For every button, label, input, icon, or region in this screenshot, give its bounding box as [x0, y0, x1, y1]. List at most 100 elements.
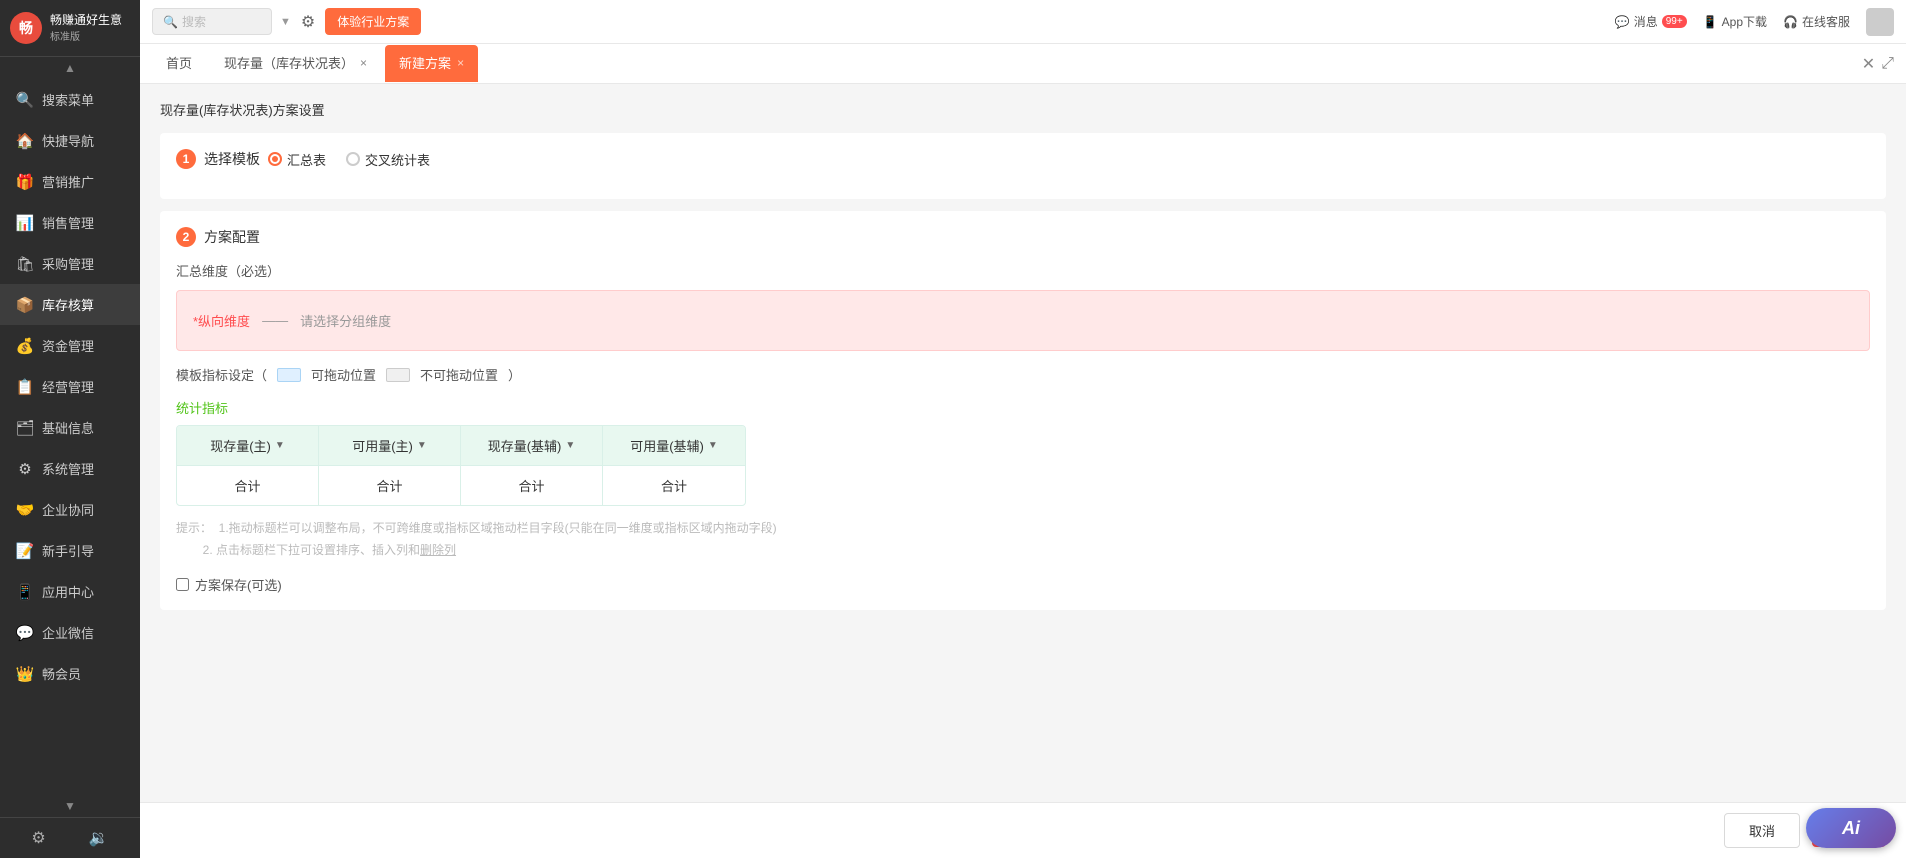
stats-table-data-row: 合计 合计 合计 合计 [177, 465, 745, 505]
summary-dimension-label: 汇总维度（必选） [176, 261, 1870, 280]
sidebar-item-label: 系统管理 [42, 459, 94, 478]
sidebar-item-enterprise-wechat[interactable]: 💬 企业微信 [0, 612, 140, 653]
tab-new-plan[interactable]: 新建方案 × [385, 45, 478, 82]
logo-text-block: 畅赚通好生意 标准版 [50, 13, 122, 44]
radio-summary-dot [268, 152, 282, 166]
tab-bar: 首页 现存量（库存状况表） × 新建方案 × ✕ ⤢ [140, 44, 1906, 84]
radio-summary[interactable]: 汇总表 [268, 150, 326, 169]
save-checkbox[interactable] [176, 578, 189, 591]
sidebar-item-system[interactable]: ⚙ 系统管理 [0, 448, 140, 489]
tab-inventory-status[interactable]: 现存量（库存状况表） × [210, 45, 381, 82]
sidebar-item-label: 快捷导航 [42, 131, 94, 150]
message-label: 消息 [1634, 13, 1658, 30]
sidebar-scroll-up[interactable]: ▲ [0, 57, 140, 79]
sidebar-item-quick-nav[interactable]: 🏠 快捷导航 [0, 120, 140, 161]
tab-new-plan-close-icon[interactable]: × [457, 56, 464, 70]
stats-section-title: 统计指标 [176, 398, 1870, 417]
section-plan-config: 2 方案配置 汇总维度（必选） *纵向维度 —— 请选择分组维度 模板指标设定（… [160, 211, 1886, 610]
dimension-required-label: *纵向维度 [193, 311, 250, 330]
sidebar-item-label: 企业协同 [42, 500, 94, 519]
tab-inventory-close-icon[interactable]: × [360, 56, 367, 70]
ai-assistant-button[interactable]: Ai [1806, 808, 1896, 848]
stats-td-col1: 合计 [177, 466, 319, 505]
main-area: 🔍 搜索 ▼ ⚙ 体验行业方案 💬 消息 99+ 📱 App下载 🎧 在线客服 [140, 0, 1906, 858]
template-setting-row: 模板指标设定（ 可拖动位置 不可拖动位置 ） [176, 365, 1870, 384]
stats-table-header: 现存量(主) ▼ 可用量(主) ▼ 现存量(基辅) ▼ 可用量(基辅) ▼ [177, 426, 745, 465]
sidebar-item-finance[interactable]: 💰 资金管理 [0, 325, 140, 366]
user-avatar[interactable] [1866, 8, 1894, 36]
tab-home[interactable]: 首页 [152, 45, 206, 82]
dimension-area[interactable]: *纵向维度 —— 请选择分组维度 [176, 290, 1870, 351]
sidebar-item-inventory[interactable]: 📦 库存核算 [0, 284, 140, 325]
sidebar-item-operations[interactable]: 📋 经营管理 [0, 366, 140, 407]
member-icon: 👑 [16, 665, 34, 683]
sidebar-item-label: 销售管理 [42, 213, 94, 232]
sidebar-item-search-menu[interactable]: 🔍 搜索菜单 [0, 79, 140, 120]
stats-table: 现存量(主) ▼ 可用量(主) ▼ 现存量(基辅) ▼ 可用量(基辅) ▼ [176, 425, 746, 506]
operations-icon: 📋 [16, 378, 34, 396]
sidebar-item-label: 基础信息 [42, 418, 94, 437]
topbar-arrow-icon[interactable]: ▼ [280, 16, 291, 28]
basic-info-icon: 🗂 [16, 419, 34, 437]
radio-cross-label: 交叉统计表 [365, 150, 430, 169]
sidebar-item-label: 搜索菜单 [42, 90, 94, 109]
sidebar-item-label: 资金管理 [42, 336, 94, 355]
sidebar-item-member[interactable]: 👑 畅会员 [0, 653, 140, 694]
sidebar-item-new-guide[interactable]: 📝 新手引导 [0, 530, 140, 571]
radio-cross-dot [346, 152, 360, 166]
template-radio-group: 汇总表 交叉统计表 [268, 150, 430, 169]
fixed-indicator [386, 368, 410, 382]
online-service-item[interactable]: 🎧 在线客服 [1783, 13, 1850, 30]
section2-number: 2 [176, 227, 196, 247]
gear-icon[interactable]: ⚙ [299, 10, 317, 34]
sidebar: 畅 畅赚通好生意 标准版 ▲ 🔍 搜索菜单 🏠 快捷导航 🎁 营销推广 📊 销售… [0, 0, 140, 858]
draggable-label: 可拖动位置 [311, 365, 376, 384]
sidebar-item-basic-info[interactable]: 🗂 基础信息 [0, 407, 140, 448]
tab-expand-btn[interactable]: ⤢ [1881, 54, 1894, 74]
quick-nav-icon: 🏠 [16, 132, 34, 150]
col4-chevron-icon: ▼ [708, 440, 718, 451]
sidebar-item-marketing[interactable]: 🎁 营销推广 [0, 161, 140, 202]
message-badge: 99+ [1662, 15, 1687, 28]
save-area: 方案保存(可选) [176, 561, 1870, 594]
sidebar-item-purchase[interactable]: 🛍 采购管理 [0, 243, 140, 284]
app-logo: 畅 畅赚通好生意 标准版 [0, 0, 140, 57]
cancel-button[interactable]: 取消 [1724, 813, 1800, 848]
message-item[interactable]: 💬 消息 99+ [1615, 13, 1687, 30]
topbar-search[interactable]: 🔍 搜索 [152, 8, 272, 35]
col2-chevron-icon: ▼ [417, 440, 427, 451]
logo-icon: 畅 [10, 12, 42, 44]
sidebar-item-app-center[interactable]: 📱 应用中心 [0, 571, 140, 612]
settings-icon[interactable]: ⚙ [31, 828, 45, 848]
tab-inventory-status-label: 现存量（库存状况表） [224, 53, 354, 72]
stats-th-col1[interactable]: 现存量(主) ▼ [177, 426, 319, 465]
col4-label: 可用量(基辅) [630, 436, 704, 455]
tips-area: 提示： 1.拖动标题栏可以调整布局，不可跨维度或指标区域拖动栏目字段(只能在同一… [176, 518, 1870, 561]
dimension-dash: —— [262, 313, 288, 328]
tab-close-all-btn[interactable]: ✕ [1862, 54, 1875, 74]
tip-2: 2. 点击标题栏下拉可设置排序、插入列和删除列 [176, 540, 1870, 562]
stats-th-col4[interactable]: 可用量(基辅) ▼ [603, 426, 745, 465]
tips-title: 提示： 1.拖动标题栏可以调整布局，不可跨维度或指标区域拖动栏目字段(只能在同一… [176, 518, 1870, 540]
online-service-label: 在线客服 [1802, 13, 1850, 30]
sidebar-item-label: 企业微信 [42, 623, 94, 642]
col1-chevron-icon: ▼ [275, 440, 285, 451]
system-icon: ⚙ [16, 460, 34, 478]
sidebar-scroll-down[interactable]: ▼ [0, 795, 140, 817]
trial-btn[interactable]: 体验行业方案 [325, 8, 421, 35]
radio-cross[interactable]: 交叉统计表 [346, 150, 430, 169]
sidebar-item-enterprise[interactable]: 🤝 企业协同 [0, 489, 140, 530]
sidebar-item-sales[interactable]: 📊 销售管理 [0, 202, 140, 243]
enterprise-wechat-icon: 💬 [16, 624, 34, 642]
tab-new-plan-label: 新建方案 [399, 53, 451, 72]
section2-title: 方案配置 [204, 227, 260, 247]
col3-chevron-icon: ▼ [565, 440, 575, 451]
speaker-icon[interactable]: 🔉 [89, 828, 109, 848]
stats-th-col2[interactable]: 可用量(主) ▼ [319, 426, 461, 465]
finance-icon: 💰 [16, 337, 34, 355]
app-download-item[interactable]: 📱 App下载 [1703, 13, 1767, 30]
stats-th-col3[interactable]: 现存量(基辅) ▼ [461, 426, 603, 465]
purchase-icon: 🛍 [16, 255, 34, 273]
sidebar-nav: 🔍 搜索菜单 🏠 快捷导航 🎁 营销推广 📊 销售管理 🛍 采购管理 📦 库存核… [0, 79, 140, 795]
tip-1: 1.拖动标题栏可以调整布局，不可跨维度或指标区域拖动栏目字段(只能在同一维度或指… [219, 521, 777, 535]
